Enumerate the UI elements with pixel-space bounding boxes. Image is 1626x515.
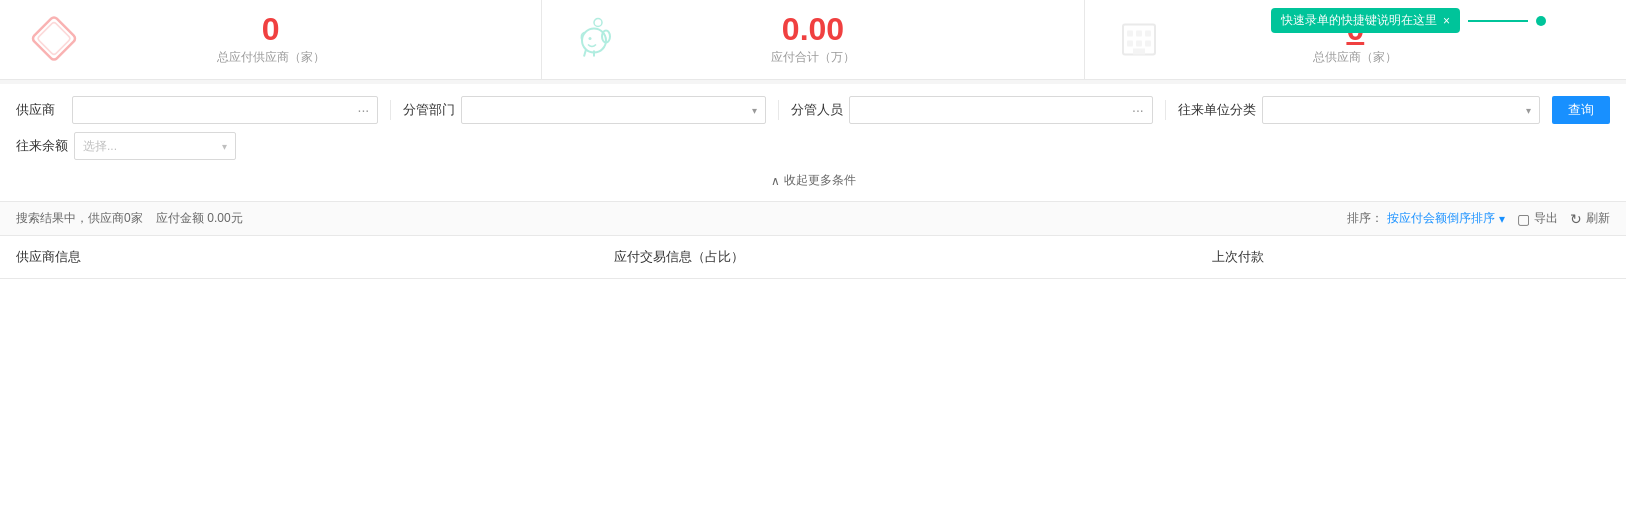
svg-rect-12 xyxy=(1145,40,1151,46)
department-chevron: ▾ xyxy=(752,105,757,116)
svg-rect-11 xyxy=(1136,40,1142,46)
col-header-payment: 上次付款 xyxy=(1212,248,1611,266)
svg-rect-13 xyxy=(1133,48,1145,54)
balance-placeholder: 选择... xyxy=(83,138,222,155)
manager-filter: 分管人员 ··· xyxy=(791,96,1153,124)
unit-class-input[interactable]: ▾ xyxy=(1262,96,1540,124)
svg-point-4 xyxy=(589,37,592,40)
export-label: 导出 xyxy=(1534,210,1558,227)
unit-class-chevron: ▾ xyxy=(1526,105,1531,116)
result-actions: 排序： 按应付会额倒序排序 ▾ ▢ 导出 ↻ 刷新 xyxy=(1347,210,1610,227)
export-button[interactable]: ▢ 导出 xyxy=(1517,210,1558,227)
filter-row-2: 往来余额 选择... ▾ xyxy=(16,132,1610,160)
svg-rect-9 xyxy=(1145,30,1151,36)
balance-filter: 往来余额 选择... ▾ xyxy=(16,132,236,160)
tooltip-bubble: 快速录单的快捷键说明在这里 × xyxy=(1271,8,1460,33)
result-summary: 搜索结果中，供应商0家 xyxy=(16,211,143,225)
tooltip-close-button[interactable]: × xyxy=(1443,14,1450,28)
export-icon: ▢ xyxy=(1517,211,1530,227)
table-header: 供应商信息 应付交易信息（占比） 上次付款 xyxy=(0,236,1626,279)
department-filter: 分管部门 ▾ xyxy=(403,96,765,124)
refresh-label: 刷新 xyxy=(1586,210,1610,227)
supplier-label: 供应商 xyxy=(16,101,66,119)
payable-suppliers-number: 0 xyxy=(262,13,280,45)
separator-3 xyxy=(1165,100,1166,120)
department-label: 分管部门 xyxy=(403,101,455,119)
refresh-icon: ↻ xyxy=(1570,211,1582,227)
building-icon xyxy=(1115,14,1163,65)
tooltip-text: 快速录单的快捷键说明在这里 xyxy=(1281,12,1437,29)
stat-total-suppliers: 快速录单的快捷键说明在这里 × 0 总供应商（家） xyxy=(1085,0,1626,79)
result-amount: 应付金额 0.00元 xyxy=(156,211,243,225)
svg-rect-8 xyxy=(1136,30,1142,36)
table-body xyxy=(0,279,1626,515)
tooltip-dot xyxy=(1536,16,1546,26)
separator-2 xyxy=(778,100,779,120)
stat-total-payable-suppliers: 0 总应付供应商（家） xyxy=(0,0,542,79)
supplier-filter: 供应商 ··· xyxy=(16,96,378,124)
result-bar: 搜索结果中，供应商0家 应付金额 0.00元 排序： 按应付会额倒序排序 ▾ ▢… xyxy=(0,202,1626,236)
diamond-icon xyxy=(30,14,78,65)
stats-section: 0 总应付供应商（家） 0.00 应付合计（万） xyxy=(0,0,1626,80)
unit-class-filter: 往来单位分类 ▾ xyxy=(1178,96,1540,124)
supplier-dots[interactable]: ··· xyxy=(358,102,370,118)
col-header-supplier: 供应商信息 xyxy=(16,248,614,266)
col-header-transaction: 应付交易信息（占比） xyxy=(614,248,1212,266)
search-button[interactable]: 查询 xyxy=(1552,96,1610,124)
stat-total-payable-amount: 0.00 应付合计（万） xyxy=(542,0,1084,79)
pig-icon xyxy=(572,14,620,65)
balance-chevron: ▾ xyxy=(222,141,227,152)
manager-dots[interactable]: ··· xyxy=(1132,102,1144,118)
svg-rect-10 xyxy=(1127,40,1133,46)
sort-chevron: ▾ xyxy=(1499,212,1505,226)
payable-amount-label: 应付合计（万） xyxy=(771,49,855,66)
manager-input[interactable]: ··· xyxy=(849,96,1153,124)
tooltip-line xyxy=(1468,20,1528,22)
balance-select[interactable]: 选择... ▾ xyxy=(74,132,236,160)
collapse-icon: ∧ xyxy=(771,174,780,188)
filter-section: 供应商 ··· 分管部门 ▾ 分管人员 ··· xyxy=(0,84,1626,202)
svg-point-5 xyxy=(594,18,602,26)
sort-value: 按应付会额倒序排序 xyxy=(1387,210,1495,227)
tooltip-container: 快速录单的快捷键说明在这里 × xyxy=(1271,8,1546,33)
filter-row-1: 供应商 ··· 分管部门 ▾ 分管人员 ··· xyxy=(16,96,1610,124)
total-suppliers-label: 总供应商（家） xyxy=(1313,49,1397,66)
unit-class-label: 往来单位分类 xyxy=(1178,101,1256,119)
result-info: 搜索结果中，供应商0家 应付金额 0.00元 xyxy=(16,210,243,227)
separator-1 xyxy=(390,100,391,120)
balance-label: 往来余额 xyxy=(16,137,68,155)
sort-label: 排序： xyxy=(1347,210,1383,227)
manager-label: 分管人员 xyxy=(791,101,843,119)
svg-rect-7 xyxy=(1127,30,1133,36)
refresh-button[interactable]: ↻ 刷新 xyxy=(1570,210,1610,227)
supplier-input[interactable]: ··· xyxy=(72,96,378,124)
department-input[interactable]: ▾ xyxy=(461,96,765,124)
collapse-button[interactable]: ∧ 收起更多条件 xyxy=(771,172,856,189)
collapse-label: 收起更多条件 xyxy=(784,172,856,189)
collapse-row: ∧ 收起更多条件 xyxy=(16,168,1610,193)
payable-amount-number: 0.00 xyxy=(782,13,844,45)
payable-suppliers-label: 总应付供应商（家） xyxy=(217,49,325,66)
sort-button[interactable]: 排序： 按应付会额倒序排序 ▾ xyxy=(1347,210,1505,227)
